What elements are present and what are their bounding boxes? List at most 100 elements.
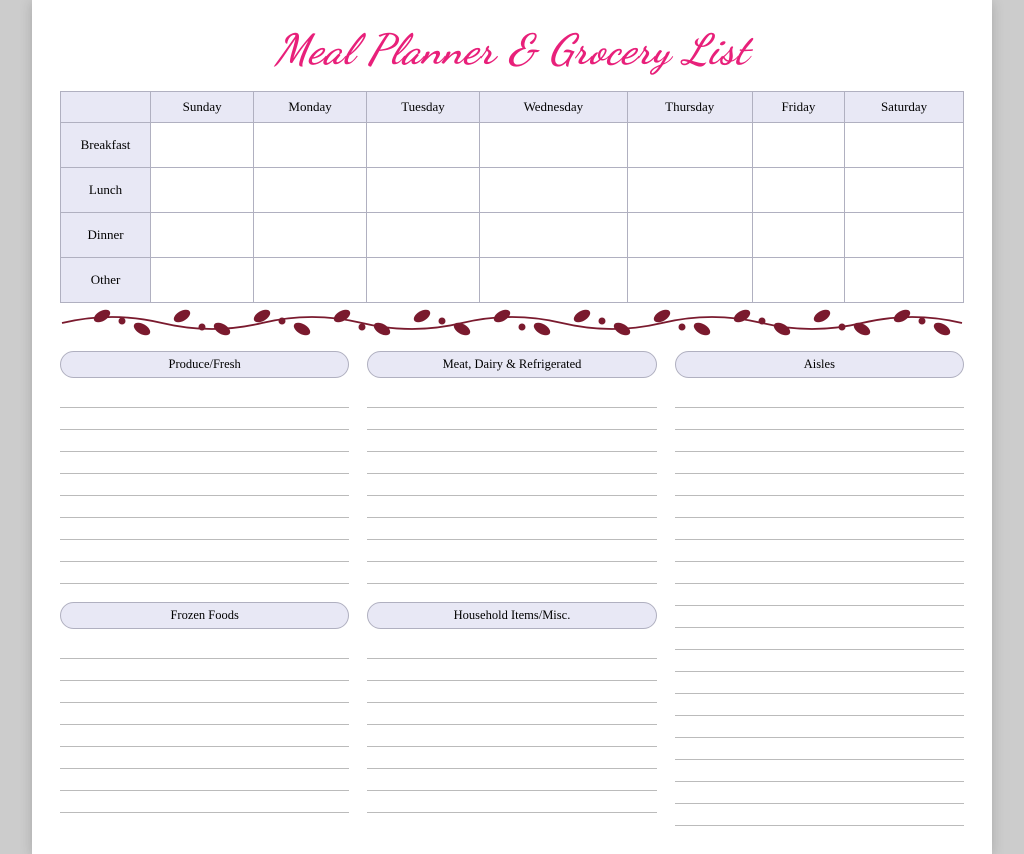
grocery-line[interactable] [367,659,656,681]
meal-cell[interactable] [480,168,628,213]
meal-cell[interactable] [845,213,964,258]
grocery-line[interactable] [367,791,656,813]
meal-cell[interactable] [366,258,479,303]
meal-cell[interactable] [627,213,752,258]
grocery-line[interactable] [367,681,656,703]
meal-cell[interactable] [845,258,964,303]
meal-label-dinner: Dinner [61,213,151,258]
meal-cell[interactable] [151,168,254,213]
grocery-line[interactable] [60,703,349,725]
meal-cell[interactable] [151,123,254,168]
meal-cell[interactable] [480,213,628,258]
grocery-line[interactable] [60,791,349,813]
grocery-line[interactable] [675,540,964,562]
grocery-line[interactable] [60,747,349,769]
grocery-line[interactable] [60,769,349,791]
grocery-line[interactable] [675,408,964,430]
grocery-line[interactable] [675,716,964,738]
grocery-line[interactable] [60,386,349,408]
meal-cell[interactable] [752,258,844,303]
grocery-line[interactable] [60,408,349,430]
grocery-line[interactable] [675,430,964,452]
grocery-line[interactable] [60,540,349,562]
grocery-line[interactable] [60,637,349,659]
grocery-line[interactable] [60,496,349,518]
meal-cell[interactable] [752,168,844,213]
grocery-line[interactable] [367,408,656,430]
grocery-line[interactable] [675,628,964,650]
aisles-lines [675,386,964,826]
grocery-line[interactable] [675,738,964,760]
grocery-line[interactable] [60,659,349,681]
category-household: Household Items/Misc. [367,602,656,629]
category-frozen: Frozen Foods [60,602,349,629]
grocery-line[interactable] [675,694,964,716]
meal-cell[interactable] [627,168,752,213]
grocery-line[interactable] [367,474,656,496]
meal-cell[interactable] [254,168,367,213]
category-produce: Produce/Fresh [60,351,349,378]
meal-cell[interactable] [752,213,844,258]
meal-cell[interactable] [627,123,752,168]
meal-cell[interactable] [254,213,367,258]
meal-cell[interactable] [366,123,479,168]
page: Meal Planner & Grocery List Sunday Monda… [32,0,992,854]
grocery-line[interactable] [60,474,349,496]
grocery-line[interactable] [367,562,656,584]
grocery-line[interactable] [675,386,964,408]
household-lines [367,637,656,813]
grocery-line[interactable] [60,518,349,540]
grocery-line[interactable] [675,518,964,540]
meal-cell[interactable] [366,213,479,258]
grocery-line[interactable] [675,760,964,782]
grocery-line[interactable] [675,804,964,826]
grocery-line[interactable] [675,452,964,474]
grocery-line[interactable] [367,430,656,452]
grocery-line[interactable] [675,474,964,496]
grocery-line[interactable] [367,703,656,725]
meal-cell[interactable] [627,258,752,303]
meal-cell[interactable] [845,168,964,213]
grocery-line[interactable] [367,769,656,791]
grocery-line[interactable] [367,540,656,562]
meal-cell[interactable] [366,168,479,213]
grocery-line[interactable] [675,606,964,628]
category-meat: Meat, Dairy & Refrigerated [367,351,656,378]
grocery-line[interactable] [675,496,964,518]
grocery-line[interactable] [367,496,656,518]
grocery-line[interactable] [367,747,656,769]
meal-cell[interactable] [752,123,844,168]
meal-cell[interactable] [254,123,367,168]
grocery-line[interactable] [367,725,656,747]
meal-cell[interactable] [480,258,628,303]
meal-cell[interactable] [151,213,254,258]
meal-cell[interactable] [845,123,964,168]
grocery-section: Produce/Fresh Frozen Foods Meat, Dairy &… [60,351,964,826]
meal-label-breakfast: Breakfast [61,123,151,168]
grocery-line[interactable] [60,725,349,747]
meal-cell[interactable] [151,258,254,303]
grocery-line[interactable] [675,650,964,672]
meal-cell[interactable] [254,258,367,303]
grocery-line[interactable] [675,584,964,606]
grocery-line[interactable] [675,672,964,694]
grocery-line[interactable] [60,430,349,452]
vine-divider [60,305,964,341]
grocery-col-3: Aisles [675,351,964,826]
col-thursday: Thursday [627,92,752,123]
meal-cell[interactable] [480,123,628,168]
grocery-col-2: Meat, Dairy & Refrigerated Household Ite… [367,351,656,826]
grocery-line[interactable] [675,782,964,804]
col-sunday: Sunday [151,92,254,123]
grocery-line[interactable] [367,386,656,408]
grocery-line[interactable] [367,518,656,540]
row-label-header [61,92,151,123]
meal-label-other: Other [61,258,151,303]
grocery-line[interactable] [367,637,656,659]
grocery-line[interactable] [60,681,349,703]
grocery-line[interactable] [60,452,349,474]
grocery-line[interactable] [675,562,964,584]
category-aisles: Aisles [675,351,964,378]
grocery-line[interactable] [60,562,349,584]
grocery-line[interactable] [367,452,656,474]
